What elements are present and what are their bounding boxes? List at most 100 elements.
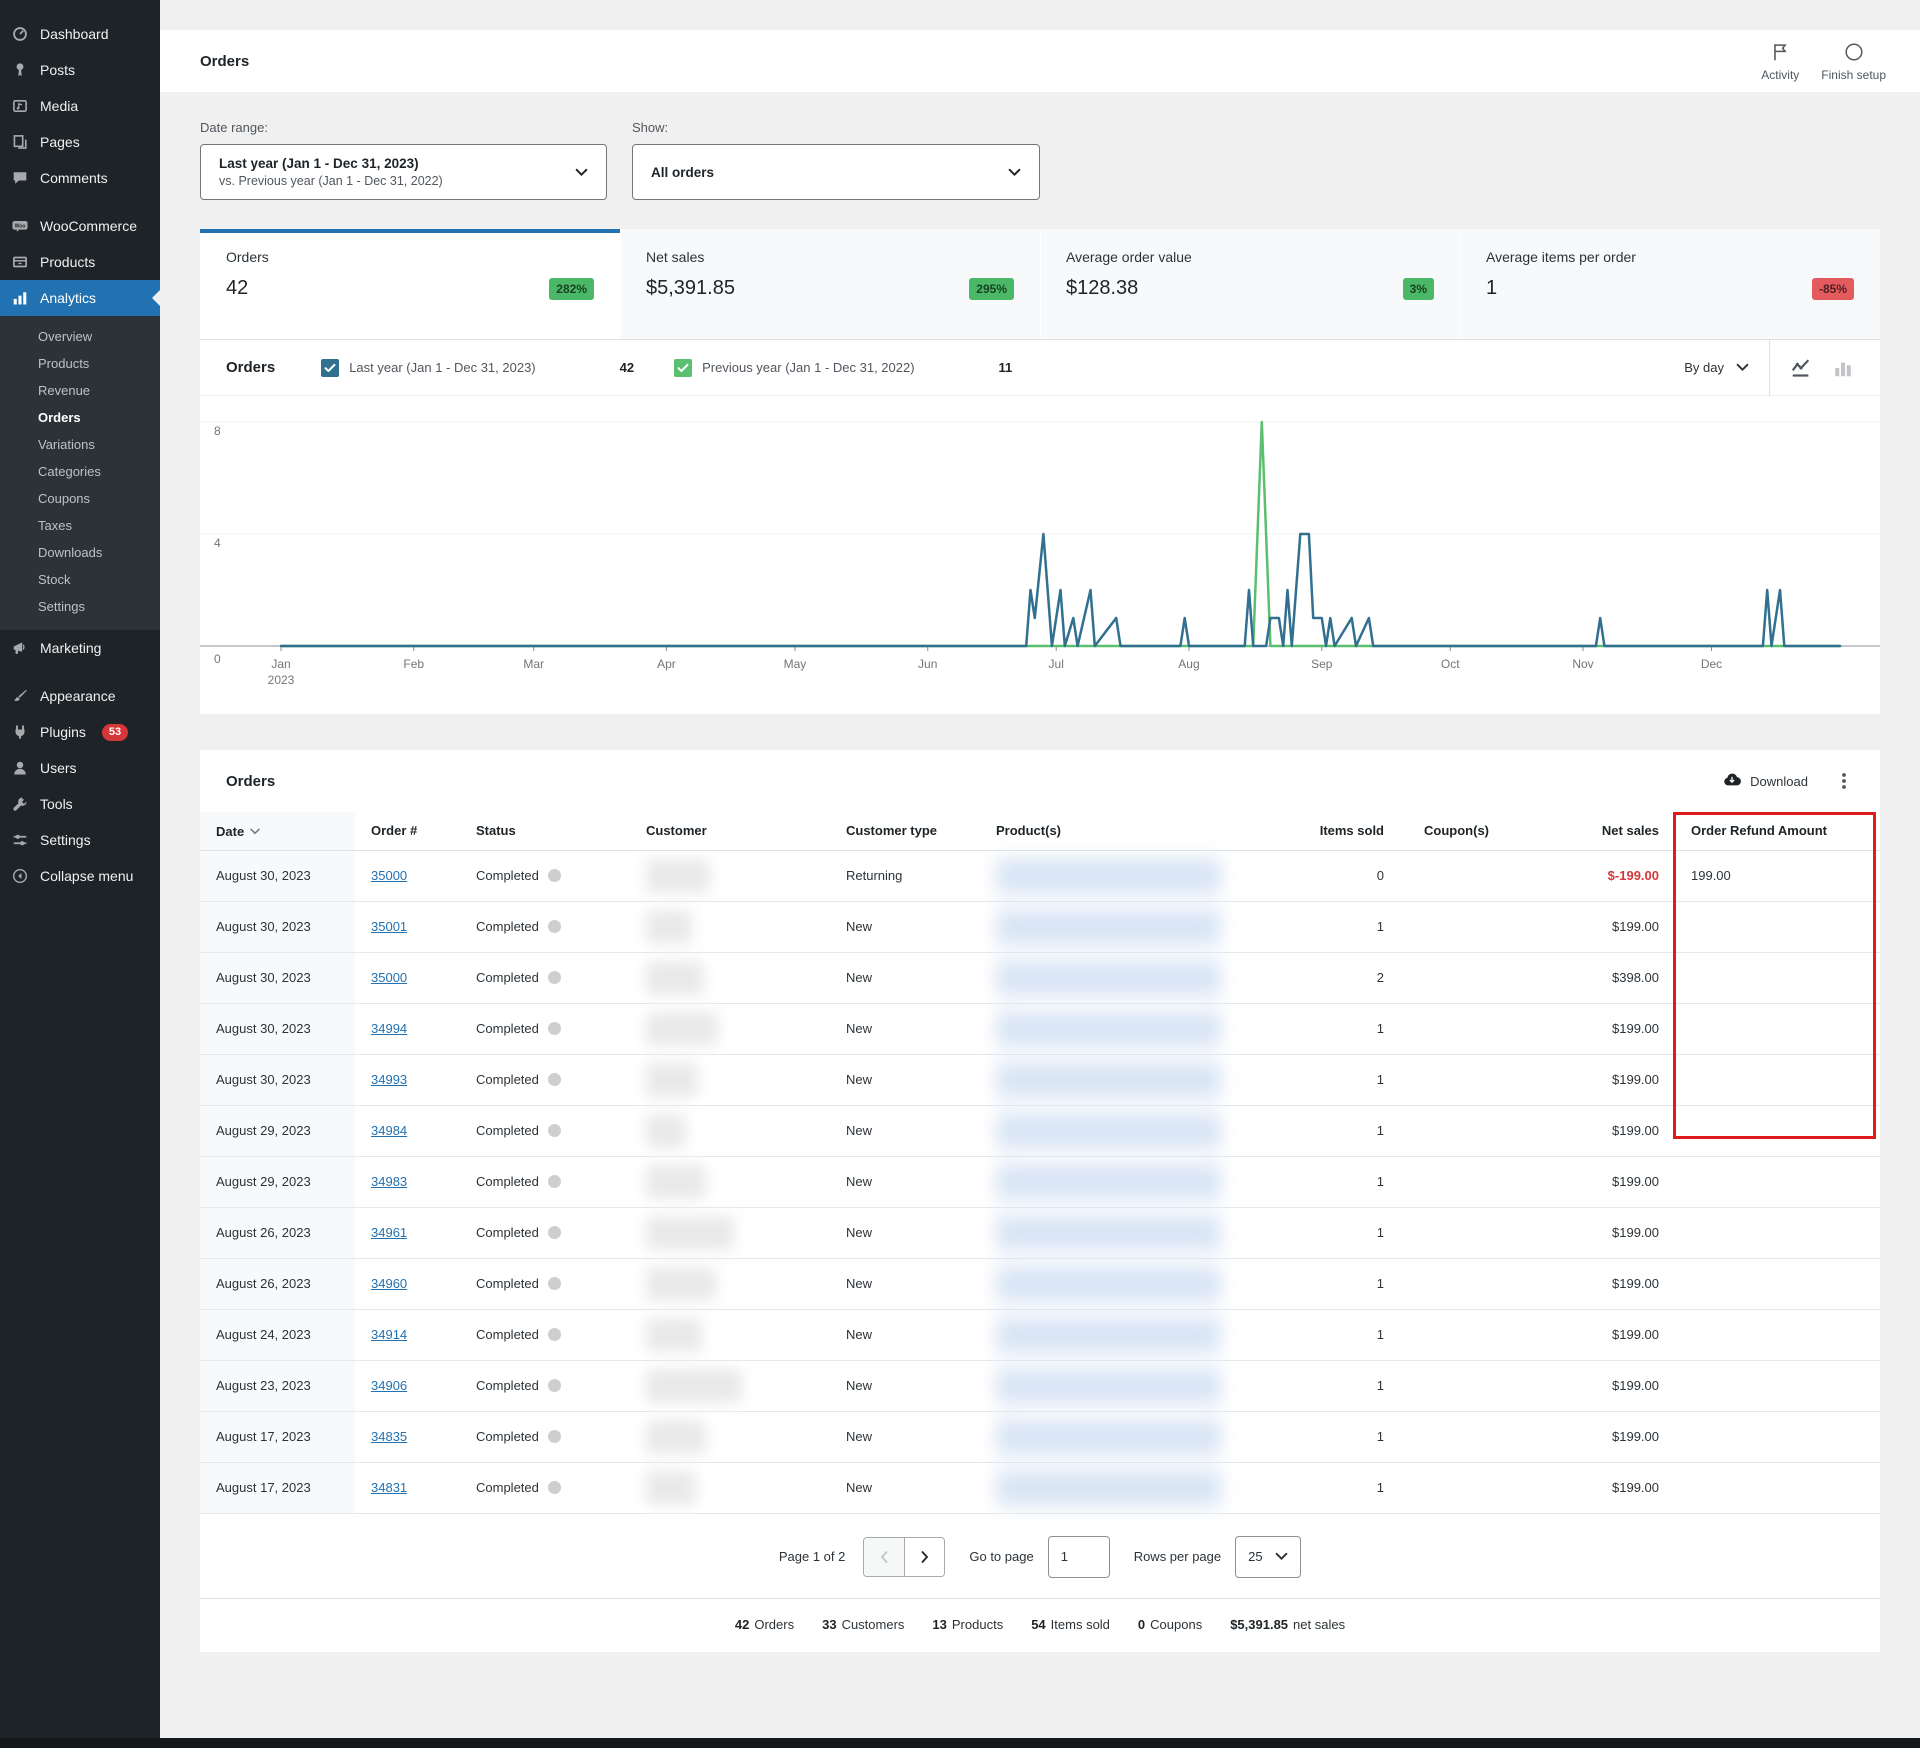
sidebar-item-collapse-menu[interactable]: Collapse menu [0,858,160,894]
sidebar-item-tools[interactable]: Tools [0,786,160,822]
rows-per-page-select[interactable]: 25 [1235,1535,1302,1578]
cell-coupons [1400,1207,1505,1259]
cell-products [980,1309,1300,1361]
cell-products [980,1462,1300,1514]
order-link[interactable]: 34994 [371,1021,407,1036]
sidebar-item-settings[interactable]: Settings [0,822,160,858]
submenu-item-revenue[interactable]: Revenue [0,377,160,404]
submenu-item-overview[interactable]: Overview [0,323,160,350]
submenu-item-settings[interactable]: Settings [0,593,160,620]
sidebar-item-dashboard[interactable]: Dashboard [0,16,160,52]
table-row: August 24, 2023 34914 Completed New 1 $199.00 [200,1309,1880,1361]
cell-date: August 17, 2023 [200,1411,355,1463]
order-link[interactable]: 34961 [371,1225,407,1240]
cell-net-sales: $199.00 [1505,1003,1675,1055]
sidebar-item-woocommerce[interactable]: Woo WooCommerce [0,208,160,244]
cell-net-sales: $199.00 [1505,1309,1675,1361]
cell-net-sales: $199.00 [1505,1258,1675,1310]
table-row: August 26, 2023 34961 Completed New 1 $199.00 [200,1207,1880,1259]
next-page-button[interactable] [904,1537,945,1576]
sidebar-item-pages[interactable]: Pages [0,124,160,160]
svg-text:8: 8 [214,424,221,438]
submenu-item-products[interactable]: Products [0,350,160,377]
finish-setup-button[interactable]: Finish setup [1821,41,1886,82]
tile-label: Average order value [1066,249,1192,265]
previous-page-button[interactable] [864,1537,905,1576]
cell-items-sold: 2 [1300,952,1400,1004]
customer-redacted [646,1215,734,1250]
download-button[interactable]: Download [1722,770,1808,793]
report-filters: Date range: Last year (Jan 1 - Dec 31, 2… [200,120,1880,200]
cell-order-refund [1675,1462,1880,1514]
order-link[interactable]: 34914 [371,1327,407,1342]
checkbox-checked-icon [321,358,340,377]
order-link[interactable]: 34831 [371,1480,407,1495]
order-link[interactable]: 34984 [371,1123,407,1138]
users-icon [10,758,30,778]
activity-button[interactable]: Activity [1761,41,1799,82]
product-redacted [996,857,1221,894]
sidebar-item-posts[interactable]: Posts [0,52,160,88]
submenu-item-stock[interactable]: Stock [0,566,160,593]
summary-tile-average-items-per-order[interactable]: Average items per order 1 -85% [1460,229,1880,339]
column-header-date[interactable]: Date [200,812,355,851]
cell-status: Completed [460,1309,630,1361]
order-link[interactable]: 35000 [371,970,407,985]
sidebar-item-media[interactable]: Media [0,88,160,124]
svg-text:0: 0 [214,652,221,666]
submenu-item-categories[interactable]: Categories [0,458,160,485]
cell-customer [630,1156,830,1208]
bar-chart-icon[interactable] [1832,357,1854,379]
order-link[interactable]: 34983 [371,1174,407,1189]
product-redacted [996,1265,1221,1302]
legend-item[interactable]: Last year (Jan 1 - Dec 31, 2023) 42 [321,358,634,377]
cell-order-number: 35000 [355,850,460,902]
sidebar-item-analytics[interactable]: Analytics [0,280,160,316]
order-link[interactable]: 35001 [371,919,407,934]
svg-text:Jan: Jan [271,657,290,671]
show-dropdown[interactable]: All orders [632,144,1040,200]
summary-items-sold: 54 Items sold [1031,1616,1110,1632]
status-label: Completed [476,970,539,985]
cell-items-sold: 1 [1300,1411,1400,1463]
tile-label: Orders [226,249,269,265]
order-link[interactable]: 34993 [371,1072,407,1087]
interval-dropdown[interactable]: By day [1684,360,1769,375]
sidebar-item-users[interactable]: Users [0,750,160,786]
pages-icon [10,132,30,152]
summary-tile-average-order-value[interactable]: Average order value $128.38 3% [1040,229,1460,339]
submenu-item-variations[interactable]: Variations [0,431,160,458]
cell-items-sold: 1 [1300,901,1400,953]
sidebar-item-comments[interactable]: Comments [0,160,160,196]
submenu-item-taxes[interactable]: Taxes [0,512,160,539]
date-range-dropdown[interactable]: Last year (Jan 1 - Dec 31, 2023) vs. Pre… [200,144,607,200]
summary-tile-net-sales[interactable]: Net sales $5,391.85 295% [620,229,1040,339]
svg-text:May: May [784,657,807,671]
sidebar-item-marketing[interactable]: Marketing [0,630,160,666]
show-value: All orders [651,164,715,180]
cell-order-number: 35001 [355,901,460,953]
order-link[interactable]: 34835 [371,1429,407,1444]
goto-page-input[interactable] [1047,1535,1110,1578]
summary-tile-orders[interactable]: Orders 42 282% [200,229,620,339]
line-chart-icon[interactable] [1790,357,1812,379]
table-row: August 17, 2023 34835 Completed New 1 $199.00 [200,1411,1880,1463]
cell-net-sales: $199.00 [1505,901,1675,953]
cell-order-number: 34835 [355,1411,460,1463]
submenu-item-coupons[interactable]: Coupons [0,485,160,512]
more-options-icon[interactable] [1834,771,1854,791]
sidebar-item-appearance[interactable]: Appearance [0,678,160,714]
order-link[interactable]: 35000 [371,868,407,883]
svg-text:Jul: Jul [1049,657,1064,671]
sidebar-item-products[interactable]: Products [0,244,160,280]
sidebar-item-plugins[interactable]: Plugins 53 [0,714,160,750]
status-dot-icon [547,971,561,984]
sidebar-item-label: Collapse menu [40,868,134,884]
legend-item[interactable]: Previous year (Jan 1 - Dec 31, 2022) 11 [674,358,1012,377]
svg-text:Woo: Woo [15,223,26,229]
submenu-item-orders[interactable]: Orders [0,404,160,431]
order-link[interactable]: 34906 [371,1378,407,1393]
cell-status: Completed [460,1156,630,1208]
submenu-item-downloads[interactable]: Downloads [0,539,160,566]
order-link[interactable]: 34960 [371,1276,407,1291]
